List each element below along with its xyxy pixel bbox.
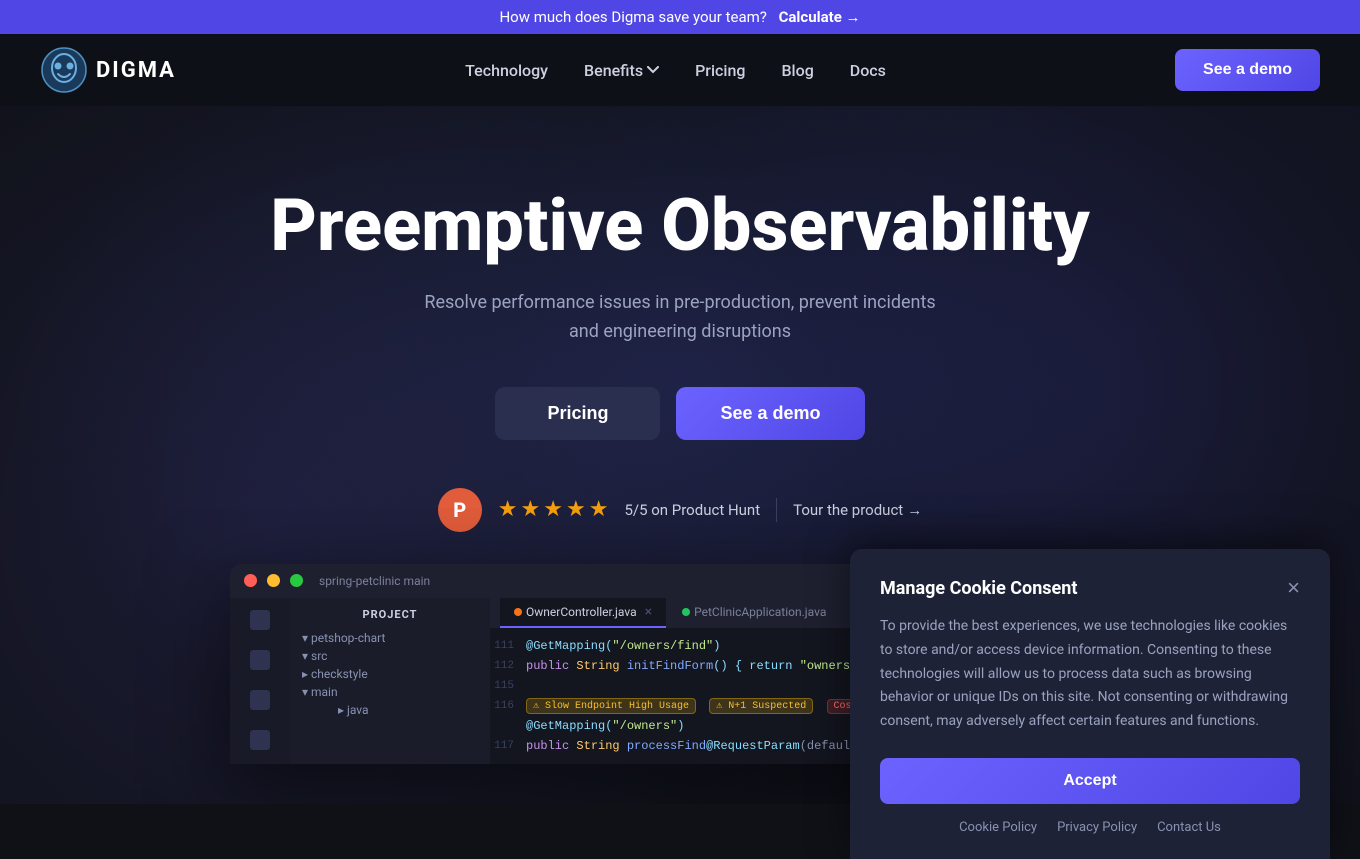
ide-dot-yellow xyxy=(267,574,280,587)
chevron-down-icon xyxy=(647,66,659,74)
hero-demo-button[interactable]: See a demo xyxy=(676,387,864,440)
tree-item-checkstyle: ▸ checkstyle xyxy=(298,665,482,683)
tour-product-link[interactable]: Tour the product → xyxy=(793,501,922,519)
announcement-text: How much does Digma save your team? xyxy=(499,8,766,26)
social-proof: P ★ ★ ★ ★ ★ 5/5 on Product Hunt Tour the… xyxy=(40,488,1320,532)
ide-dot-green xyxy=(290,574,303,587)
ide-file-tree-header: Project xyxy=(298,608,482,621)
privacy-policy-link[interactable]: Privacy Policy xyxy=(1057,820,1137,835)
star-2: ★ xyxy=(521,497,541,522)
nav-benefits[interactable]: Benefits xyxy=(584,61,659,80)
star-4: ★ xyxy=(566,497,586,522)
hero-buttons: Pricing See a demo xyxy=(40,387,1320,440)
announcement-cta[interactable]: Calculate → xyxy=(779,8,861,26)
logo-text: DIGMA xyxy=(96,58,176,83)
warning-n1: ⚠ N+1 Suspected xyxy=(709,698,813,714)
ide-tab-petclinic[interactable]: PetClinicApplication.java xyxy=(668,598,840,628)
ide-tab-owner-controller[interactable]: OwnerController.java × xyxy=(500,598,666,628)
cookie-header: Manage Cookie Consent × xyxy=(880,577,1300,599)
ide-sidebar xyxy=(230,598,290,764)
logo-link[interactable]: DIGMA xyxy=(40,46,176,94)
star-3: ★ xyxy=(543,497,563,522)
nav-blog[interactable]: Blog xyxy=(781,61,813,80)
ide-sidebar-icon-3 xyxy=(250,690,270,710)
warning-slow-endpoint: ⚠ Slow Endpoint High Usage xyxy=(526,698,696,714)
cookie-title: Manage Cookie Consent xyxy=(880,578,1077,599)
cookie-links: Cookie Policy Privacy Policy Contact Us xyxy=(880,820,1300,835)
hero-pricing-button[interactable]: Pricing xyxy=(495,387,660,440)
header: DIGMA Technology Benefits Pricing Blog D… xyxy=(0,34,1360,106)
cookie-policy-link[interactable]: Cookie Policy xyxy=(959,820,1037,835)
ide-sidebar-icon-1 xyxy=(250,610,270,630)
star-1: ★ xyxy=(498,497,518,522)
ide-dot-red xyxy=(244,574,257,587)
ide-file-tree: Project ▾ petshop-chart ▾ src ▸ checksty… xyxy=(290,598,490,764)
cookie-banner: Manage Cookie Consent × To provide the b… xyxy=(850,549,1330,859)
tab-close-owner[interactable]: × xyxy=(645,604,652,620)
nav-technology[interactable]: Technology xyxy=(465,61,548,80)
divider xyxy=(776,498,777,522)
tree-item-java: ▸ java xyxy=(334,701,482,719)
nav-docs[interactable]: Docs xyxy=(850,61,886,80)
ide-sidebar-icon-2 xyxy=(250,650,270,670)
main-nav: Technology Benefits Pricing Blog Docs xyxy=(465,61,886,80)
star-5: ★ xyxy=(589,497,609,522)
tab-dot-orange xyxy=(514,608,522,616)
nav-pricing[interactable]: Pricing xyxy=(695,61,745,80)
logo-icon xyxy=(40,46,88,94)
cookie-body: To provide the best experiences, we use … xyxy=(880,615,1300,734)
product-hunt-badge: P xyxy=(438,488,482,532)
hero-subtitle: Resolve performance issues in pre-produc… xyxy=(420,289,940,347)
ide-window-title: spring-petclinic main xyxy=(319,574,430,588)
contact-us-link[interactable]: Contact Us xyxy=(1157,820,1221,835)
cookie-close-button[interactable]: × xyxy=(1287,577,1300,599)
star-rating: ★ ★ ★ ★ ★ xyxy=(498,497,609,522)
tab-dot-green xyxy=(682,608,690,616)
tree-item-main: ▾ main xyxy=(298,683,482,701)
tree-item-petshop: ▾ petshop-chart xyxy=(298,629,482,647)
tree-item-src: ▾ src xyxy=(298,647,482,665)
header-demo-button[interactable]: See a demo xyxy=(1175,49,1320,91)
announcement-bar: How much does Digma save your team? Calc… xyxy=(0,0,1360,34)
ide-sidebar-icon-4 xyxy=(250,730,270,750)
rating-text: 5/5 on Product Hunt xyxy=(624,501,760,519)
cookie-accept-button[interactable]: Accept xyxy=(880,758,1300,804)
hero-title: Preemptive Observability xyxy=(40,186,1320,265)
